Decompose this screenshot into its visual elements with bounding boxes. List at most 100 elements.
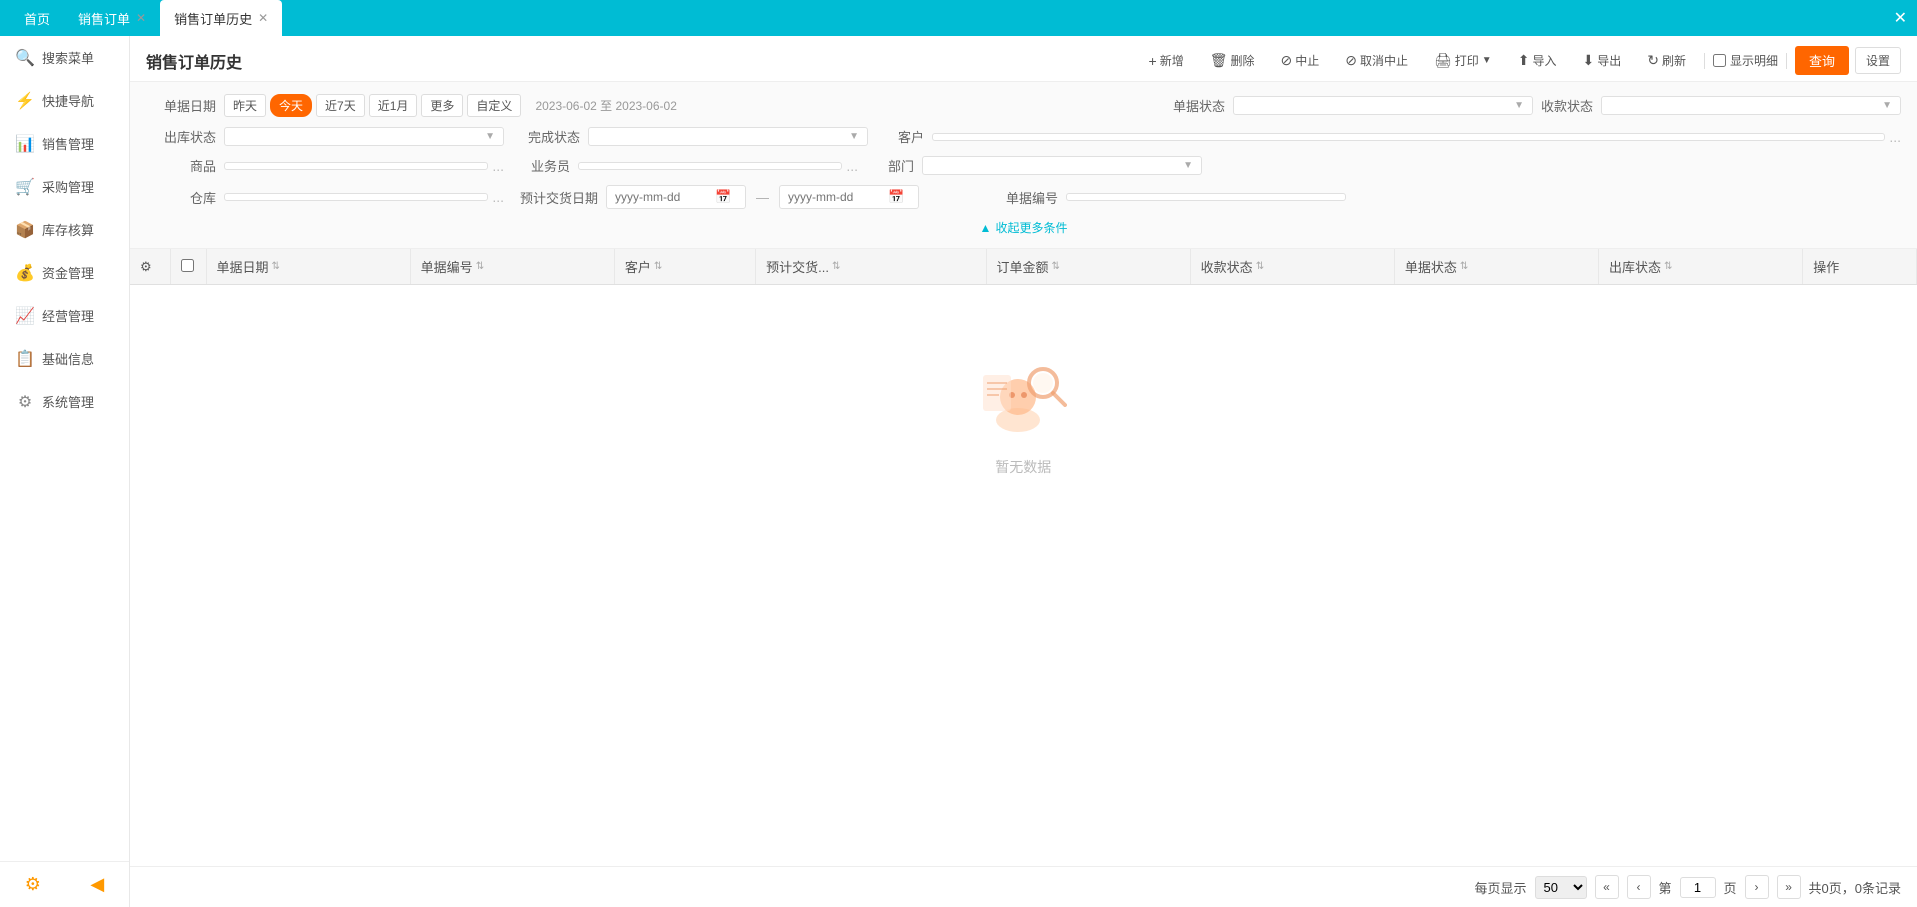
- th-amount[interactable]: 订单金额 ⇅: [986, 249, 1190, 285]
- next-btn[interactable]: ›: [1745, 875, 1769, 899]
- dept-label: 部门: [874, 156, 914, 175]
- th-amount-label: 订单金额: [997, 257, 1049, 276]
- sort-icon-date: ⇅: [272, 261, 280, 272]
- delivery-start-field[interactable]: [615, 190, 715, 204]
- settings-button[interactable]: 设置: [1855, 47, 1901, 74]
- sidebar-item-inventory[interactable]: 📦 库存核算: [0, 208, 129, 251]
- th-doc-status[interactable]: 单据状态 ⇅: [1394, 249, 1598, 285]
- search-icon: 🔍: [16, 49, 34, 67]
- warehouse-input[interactable]: [224, 193, 488, 201]
- sidebar: 🔍 搜索菜单 ⚡ 快捷导航 📊 销售管理 🛒 采购管理 📦 库存核算 💰 资金管…: [0, 36, 130, 907]
- filter-row-4: 仓库 ... 预计交货日期 📅 — 📅 单: [146, 185, 1901, 209]
- salesperson-dots[interactable]: ...: [846, 158, 858, 174]
- delivery-date-label: 预计交货日期: [520, 188, 598, 207]
- display-detail-checkbox[interactable]: [1713, 54, 1726, 67]
- stop-icon: ⊘: [1281, 52, 1293, 69]
- date-btn-custom[interactable]: 自定义: [467, 94, 521, 117]
- th-customer[interactable]: 客户 ⇅: [614, 249, 755, 285]
- salesperson-input[interactable]: [578, 162, 842, 170]
- sidebar-item-sales[interactable]: 📊 销售管理: [0, 122, 129, 165]
- stop-button[interactable]: ⊘ 中止: [1271, 48, 1330, 73]
- page-label: 页: [1724, 878, 1737, 897]
- customer-input[interactable]: [932, 133, 1885, 141]
- print-button[interactable]: 🖨 打印 ▼: [1424, 48, 1502, 73]
- th-operation: 操作: [1803, 249, 1917, 285]
- next-next-btn[interactable]: »: [1777, 875, 1801, 899]
- import-button[interactable]: ⬆ 导入: [1508, 48, 1567, 73]
- sidebar-item-search[interactable]: 🔍 搜索菜单: [0, 36, 129, 79]
- sidebar-item-finance[interactable]: 💰 资金管理: [0, 251, 129, 294]
- empty-text: 暂无数据: [995, 457, 1051, 477]
- date-filter-control: 昨天 今天 近7天 近1月 更多 自定义 2023-06-02 至 2023-0…: [224, 94, 1165, 117]
- th-date[interactable]: 单据日期 ⇅: [206, 249, 410, 285]
- doc-status-select[interactable]: ▼: [1233, 96, 1533, 115]
- th-delivery[interactable]: 预计交货... ⇅: [756, 249, 986, 285]
- goods-input[interactable]: [224, 162, 488, 170]
- th-out-status[interactable]: 出库状态 ⇅: [1599, 249, 1803, 285]
- delivery-end-input[interactable]: 📅: [779, 185, 919, 209]
- customer-dots[interactable]: ...: [1889, 129, 1901, 145]
- out-status-select[interactable]: ▼: [224, 127, 504, 146]
- date-label: 单据日期: [146, 96, 216, 115]
- sidebar-item-system[interactable]: ⚙ 系统管理: [0, 380, 129, 423]
- delivery-end-field[interactable]: [788, 190, 888, 204]
- tab-home[interactable]: 首页: [10, 0, 64, 36]
- date-quick-btns: 昨天 今天 近7天 近1月 更多 自定义: [224, 94, 521, 117]
- th-operation-label: 操作: [1813, 260, 1839, 275]
- sidebar-item-operations[interactable]: 📈 经营管理: [0, 294, 129, 337]
- th-receipt-status[interactable]: 收款状态 ⇅: [1190, 249, 1394, 285]
- tab-sales-order-history-close[interactable]: ✕: [258, 11, 268, 25]
- complete-status-label: 完成状态: [520, 127, 580, 146]
- th-settings[interactable]: ⚙: [130, 249, 170, 285]
- warehouse-dots[interactable]: ...: [492, 189, 504, 205]
- page-size-select[interactable]: 10 20 50 100: [1535, 876, 1587, 899]
- delivery-start-input[interactable]: 📅: [606, 185, 746, 209]
- select-all-checkbox[interactable]: [181, 259, 194, 272]
- dept-select[interactable]: ▼: [922, 156, 1202, 175]
- tab-sales-order-close[interactable]: ✕: [136, 11, 146, 25]
- th-number[interactable]: 单据编号 ⇅: [410, 249, 614, 285]
- complete-status-select[interactable]: ▼: [588, 127, 868, 146]
- date-btn-yesterday[interactable]: 昨天: [224, 94, 266, 117]
- sidebar-collapse-icon[interactable]: ◀: [86, 870, 108, 899]
- goods-dots[interactable]: ...: [492, 158, 504, 174]
- add-icon: +: [1149, 53, 1157, 69]
- date-btn-today[interactable]: 今天: [270, 94, 312, 117]
- collapse-text: 收起更多条件: [995, 219, 1067, 236]
- th-out-status-label: 出库状态: [1609, 257, 1661, 276]
- basic-icon: 📋: [16, 350, 34, 368]
- collapse-btn[interactable]: ▲ 收起更多条件: [146, 219, 1901, 236]
- tab-sales-order[interactable]: 销售订单 ✕: [64, 0, 160, 36]
- sidebar-item-purchase[interactable]: 🛒 采购管理: [0, 165, 129, 208]
- purchase-icon: 🛒: [16, 178, 34, 196]
- refresh-button[interactable]: ↻ 刷新: [1637, 48, 1696, 73]
- collapse-icon: ▲: [980, 221, 992, 235]
- prev-btn[interactable]: ‹: [1627, 875, 1651, 899]
- filter-row-3: 商品 ... 业务员 ... 部门 ▼: [146, 156, 1901, 175]
- sidebar-item-quicknav[interactable]: ⚡ 快捷导航: [0, 79, 129, 122]
- th-number-label: 单据编号: [421, 257, 473, 276]
- doc-number-input[interactable]: [1066, 193, 1346, 201]
- sidebar-item-basic[interactable]: 📋 基础信息: [0, 337, 129, 380]
- window-close-btn[interactable]: ✕: [1894, 8, 1907, 28]
- settings-gear-icon[interactable]: ⚙: [140, 259, 152, 274]
- cancel-stop-button[interactable]: ⊘ 取消中止: [1335, 48, 1418, 73]
- delete-button[interactable]: 🗑 删除: [1200, 48, 1265, 73]
- add-button[interactable]: + 新增: [1139, 48, 1194, 73]
- date-btn-more[interactable]: 更多: [421, 94, 463, 117]
- refresh-label: 刷新: [1662, 52, 1686, 69]
- page-number-input[interactable]: [1680, 877, 1716, 898]
- display-detail: 显示明细: [1713, 52, 1778, 69]
- query-button[interactable]: 查询: [1795, 46, 1849, 75]
- export-button[interactable]: ⬇ 导出: [1572, 48, 1631, 73]
- date-btn-7days[interactable]: 近7天: [316, 94, 365, 117]
- print-label: 打印: [1455, 52, 1479, 69]
- sidebar-settings-icon[interactable]: ⚙: [21, 870, 45, 899]
- tab-sales-order-history[interactable]: 销售订单历史 ✕: [160, 0, 282, 36]
- prev-prev-btn[interactable]: «: [1595, 875, 1619, 899]
- receipt-status-select[interactable]: ▼: [1601, 96, 1901, 115]
- sales-icon: 📊: [16, 135, 34, 153]
- th-checkbox[interactable]: [170, 249, 206, 285]
- date-btn-1month[interactable]: 近1月: [369, 94, 418, 117]
- import-icon: ⬆: [1518, 52, 1530, 69]
